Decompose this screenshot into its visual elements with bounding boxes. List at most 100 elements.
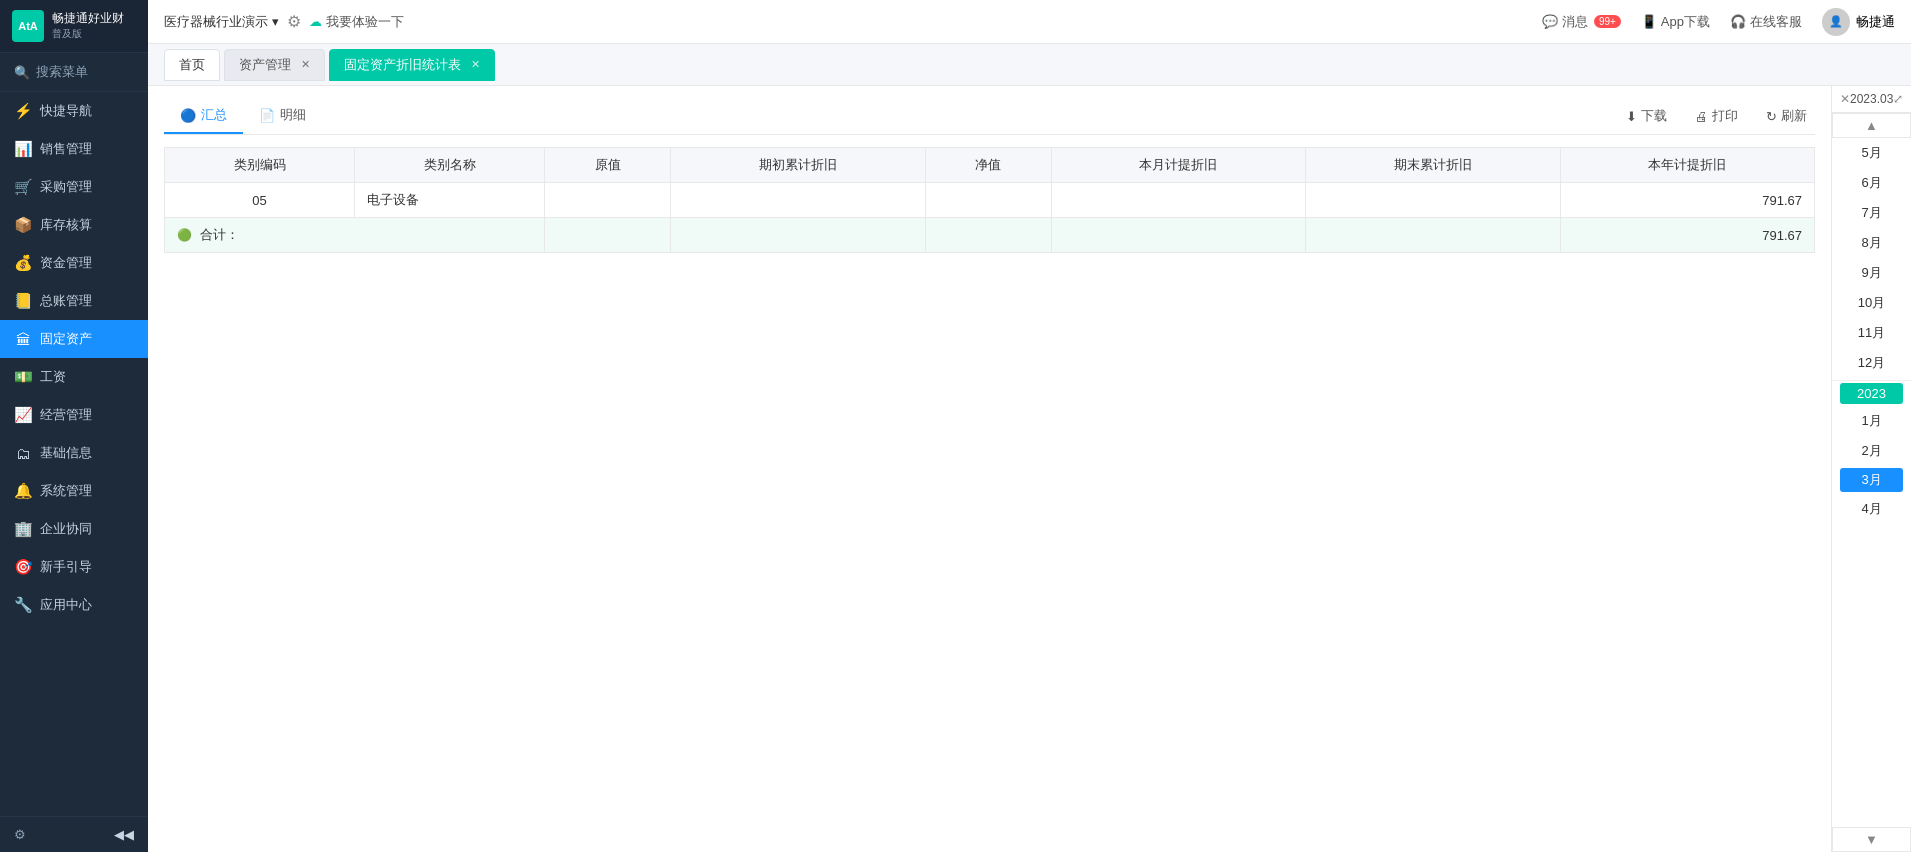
col-net-value: 净值 (925, 148, 1051, 183)
download-action-icon: ⬇ (1626, 109, 1637, 124)
nav-label: 采购管理 (40, 178, 92, 196)
date-month-7[interactable]: 7月 (1832, 198, 1911, 228)
print-action-icon: 🖨 (1695, 109, 1708, 124)
sidebar-item-sales[interactable]: 📊 销售管理 (0, 130, 148, 168)
collapse-icon[interactable]: ◀◀ (114, 827, 134, 842)
topbar-settings-icon[interactable]: ⚙ (287, 12, 301, 31)
date-month-11[interactable]: 11月 (1832, 318, 1911, 348)
total-icon: 🟢 (177, 228, 192, 242)
table-row[interactable]: 05 电子设备 791.67 (165, 183, 1815, 218)
date-month-9[interactable]: 9月 (1832, 258, 1911, 288)
sidebar-item-fixed-assets[interactable]: 🏛 固定资产 (0, 320, 148, 358)
tab-asset-mgmt-label: 资产管理 (239, 56, 291, 74)
tab-depreciation[interactable]: 固定资产折旧统计表 ✕ (329, 49, 495, 81)
date-panel: ✕ 2023.03 ⤢ ▲ 5月 6月 7月 8月 9月 10月 11月 12月… (1831, 86, 1911, 852)
sidebar-item-system[interactable]: 🔔 系统管理 (0, 472, 148, 510)
inventory-icon: 📦 (14, 216, 32, 234)
nav-label: 新手引导 (40, 558, 92, 576)
finance-icon: 💰 (14, 254, 32, 272)
date-panel-expand-icon[interactable]: ⤢ (1893, 92, 1903, 106)
sidebar-item-operations[interactable]: 📈 经营管理 (0, 396, 148, 434)
total-label-cell: 🟢 合计： (165, 218, 545, 253)
dropdown-arrow-icon: ▾ (272, 14, 279, 29)
nav-label: 固定资产 (40, 330, 92, 348)
date-month-5[interactable]: 5月 (1832, 138, 1911, 168)
user-menu[interactable]: 👤 畅捷通 (1822, 8, 1895, 36)
nav-label: 总账管理 (40, 292, 92, 310)
sidebar-item-appstore[interactable]: 🔧 应用中心 (0, 586, 148, 624)
date-month-8[interactable]: 8月 (1832, 228, 1911, 258)
avatar: 👤 (1822, 8, 1850, 36)
download-button[interactable]: 📱 App下载 (1641, 13, 1710, 31)
date-month-12[interactable]: 12月 (1832, 348, 1911, 378)
sidebar-item-enterprise[interactable]: 🏢 企业协同 (0, 510, 148, 548)
messages-badge: 99+ (1594, 15, 1621, 28)
salary-icon: 💵 (14, 368, 32, 386)
tab-depreciation-close-icon[interactable]: ✕ (471, 58, 480, 71)
col-code: 类别编码 (165, 148, 355, 183)
sidebar-search[interactable]: 🔍 搜索菜单 (0, 53, 148, 92)
summary-icon: 🔵 (180, 108, 196, 123)
sub-tab-actions: ⬇ 下载 🖨 打印 ↻ 刷新 (1618, 103, 1815, 129)
total-monthly-dep (1051, 218, 1305, 253)
date-month-4[interactable]: 4月 (1832, 494, 1911, 524)
date-nav-up[interactable]: ▲ (1832, 113, 1911, 138)
depreciation-table: 类别编码 类别名称 原值 期初累计折旧 净值 本月计提折旧 期末累计折旧 本年计… (164, 147, 1815, 253)
messages-button[interactable]: 💬 消息 99+ (1542, 13, 1621, 31)
date-month-1[interactable]: 1月 (1832, 406, 1911, 436)
cell-net-value (925, 183, 1051, 218)
date-list: 5月 6月 7月 8月 9月 10月 11月 12月 2023 1月 2月 3月… (1832, 138, 1911, 827)
sidebar-item-inventory[interactable]: 📦 库存核算 (0, 206, 148, 244)
cell-annual-dep: 791.67 (1560, 183, 1814, 218)
date-month-6[interactable]: 6月 (1832, 168, 1911, 198)
print-action[interactable]: 🖨 打印 (1687, 103, 1746, 129)
date-month-3-selected[interactable]: 3月 (1840, 468, 1903, 492)
nav-label: 基础信息 (40, 444, 92, 462)
refresh-action-label: 刷新 (1781, 107, 1807, 125)
sub-tab-detail[interactable]: 📄 明细 (243, 98, 322, 134)
date-nav-down[interactable]: ▼ (1832, 827, 1911, 852)
download-action[interactable]: ⬇ 下载 (1618, 103, 1675, 129)
cell-original (545, 183, 671, 218)
tab-home[interactable]: 首页 (164, 49, 220, 81)
trial-button[interactable]: ☁ 我要体验一下 (309, 13, 404, 31)
total-label: 合计： (200, 227, 239, 242)
sidebar-item-basic-info[interactable]: 🗂 基础信息 (0, 434, 148, 472)
app-name: 畅捷通好业财 (52, 11, 124, 27)
date-panel-close-icon[interactable]: ✕ (1840, 92, 1850, 106)
download-icon: 📱 (1641, 14, 1657, 29)
nav-label: 快捷导航 (40, 102, 92, 120)
cell-name: 电子设备 (355, 183, 545, 218)
sidebar-item-ledger[interactable]: 📒 总账管理 (0, 282, 148, 320)
company-name: 医疗器械行业演示 (164, 13, 268, 31)
total-end-dep (1306, 218, 1560, 253)
print-action-label: 打印 (1712, 107, 1738, 125)
nav-label: 工资 (40, 368, 66, 386)
trial-icon: ☁ (309, 14, 322, 29)
sidebar-item-quick-nav[interactable]: ⚡ 快捷导航 (0, 92, 148, 130)
date-month-10[interactable]: 10月 (1832, 288, 1911, 318)
sub-tab-summary[interactable]: 🔵 汇总 (164, 98, 243, 134)
sidebar-item-salary[interactable]: 💵 工资 (0, 358, 148, 396)
tab-asset-mgmt[interactable]: 资产管理 ✕ (224, 49, 325, 81)
date-year-badge[interactable]: 2023 (1840, 383, 1903, 404)
sidebar-item-purchase[interactable]: 🛒 采购管理 (0, 168, 148, 206)
total-net-value (925, 218, 1051, 253)
customer-service-button[interactable]: 🎧 在线客服 (1730, 13, 1802, 31)
enterprise-icon: 🏢 (14, 520, 32, 538)
sidebar-item-guide[interactable]: 🎯 新手引导 (0, 548, 148, 586)
tab-depreciation-label: 固定资产折旧统计表 (344, 56, 461, 74)
main-content: 🔵 汇总 📄 明细 ⬇ 下载 🖨 打印 (148, 86, 1831, 852)
ledger-icon: 📒 (14, 292, 32, 310)
date-month-2[interactable]: 2月 (1832, 436, 1911, 466)
settings-icon[interactable]: ⚙ (14, 827, 26, 842)
tab-asset-mgmt-close-icon[interactable]: ✕ (301, 58, 310, 71)
sidebar-item-finance[interactable]: 💰 资金管理 (0, 244, 148, 282)
search-icon: 🔍 (14, 65, 30, 80)
topbar: 医疗器械行业演示 ▾ ⚙ ☁ 我要体验一下 💬 消息 99+ 📱 App下载 🎧… (148, 0, 1911, 44)
refresh-action[interactable]: ↻ 刷新 (1758, 103, 1815, 129)
tab-home-label: 首页 (179, 56, 205, 74)
date-panel-title: 2023.03 (1850, 92, 1893, 106)
company-selector[interactable]: 医疗器械行业演示 ▾ (164, 13, 279, 31)
download-action-label: 下载 (1641, 107, 1667, 125)
